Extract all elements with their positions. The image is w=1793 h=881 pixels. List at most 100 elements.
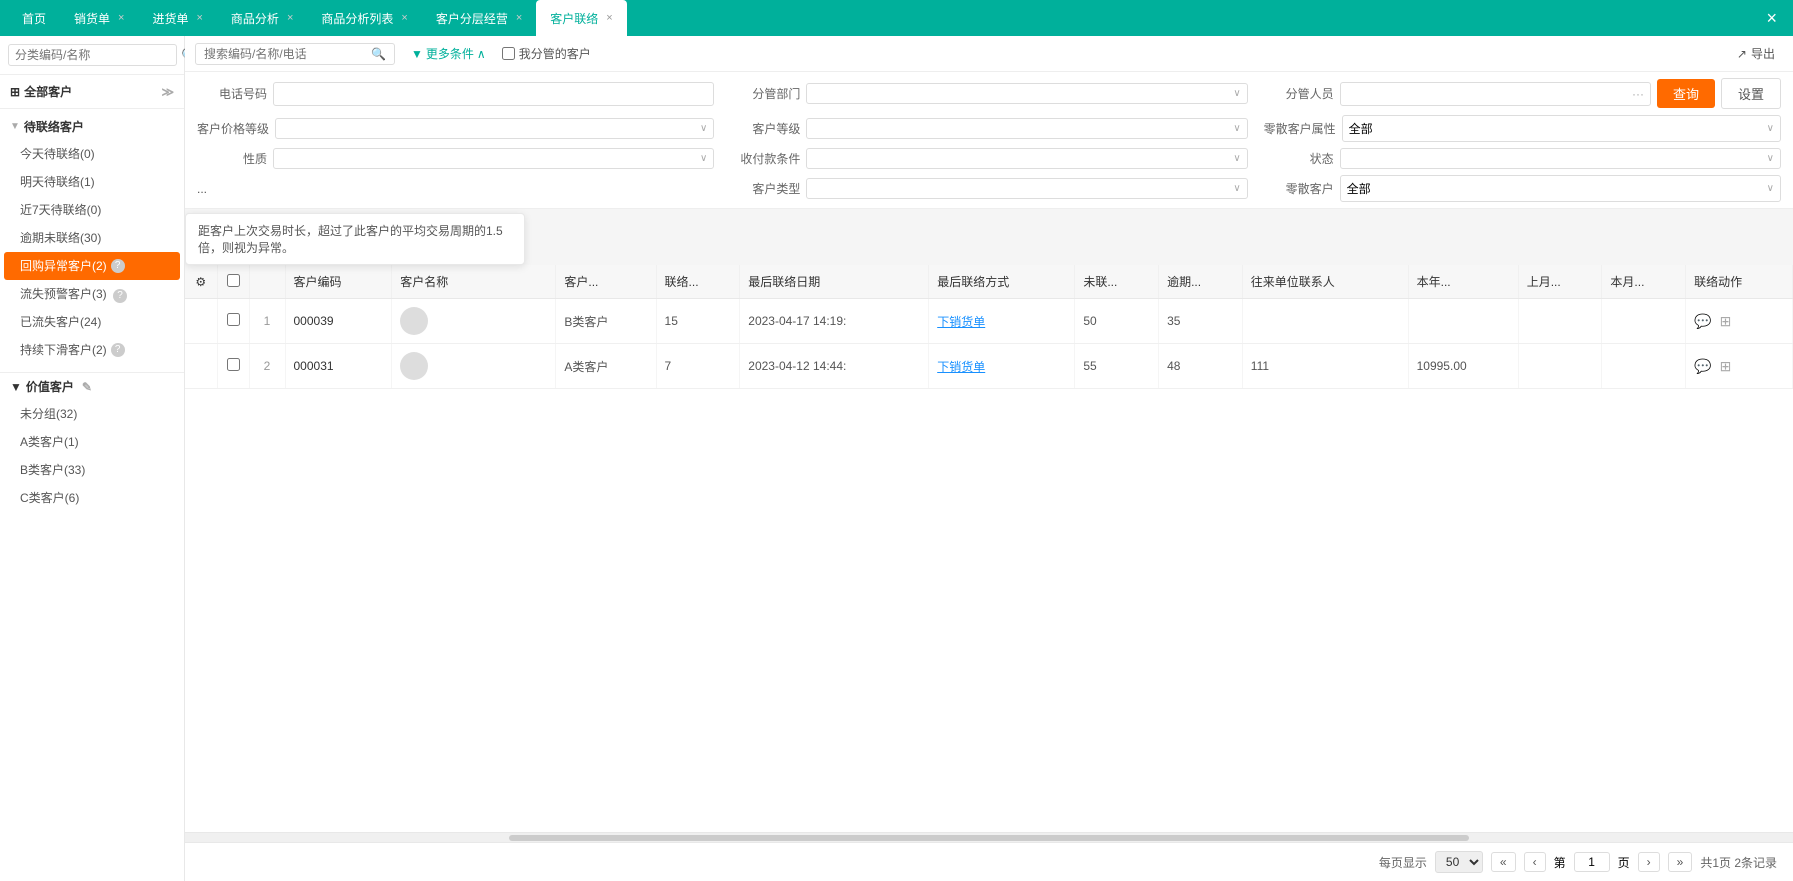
sidebar-item-class-a[interactable]: A类客户(1) <box>0 428 184 456</box>
page-number-input[interactable] <box>1574 852 1610 872</box>
payment-select[interactable]: ∨ <box>806 148 1247 169</box>
sidebar-item-class-b[interactable]: B类客户(33) <box>0 456 184 484</box>
close-product-analysis-list-icon[interactable]: × <box>401 12 407 24</box>
dept-select[interactable]: ∨ <box>806 83 1247 104</box>
edit-value-icon[interactable]: ✎ <box>82 380 92 394</box>
customer-type-select[interactable]: ∨ <box>806 178 1247 199</box>
sidebar-item-repurchase-abnormal[interactable]: 回购异常客户(2) ? <box>4 252 180 280</box>
chat-icon-2[interactable]: 💬 <box>1694 358 1711 375</box>
td-checkbox-2[interactable] <box>217 344 249 389</box>
scattered-attr-select[interactable]: 全部 ∨ <box>1342 115 1781 142</box>
per-page-select[interactable]: 50 <box>1435 851 1483 873</box>
more-conditions-button[interactable]: ▼ 更多条件 ∧ <box>403 42 494 65</box>
filter-scattered-attr: 零散客户属性 全部 ∨ <box>1264 115 1781 142</box>
setting-button[interactable]: 设置 <box>1721 78 1781 109</box>
td-uncontacted-2: 55 <box>1075 344 1159 389</box>
tab-purchase-order[interactable]: 进货单 × <box>138 0 216 36</box>
more-filters-link[interactable]: ... <box>197 182 207 196</box>
th-overdue: 逾期... <box>1159 265 1243 299</box>
status-label: 状态 <box>1264 150 1334 167</box>
nature-select[interactable]: ∨ <box>273 148 714 169</box>
tab-customer-segmentation[interactable]: 客户分层经营 × <box>422 0 536 36</box>
my-customers-checkbox-label[interactable]: 我分管的客户 <box>502 45 591 62</box>
export-button[interactable]: ↗ 导出 <box>1729 42 1783 65</box>
td-unit-contacts-1 <box>1242 299 1408 344</box>
my-customers-checkbox[interactable] <box>502 47 515 60</box>
arrow-value-icon: ▼ <box>10 380 22 394</box>
tab-product-analysis-list[interactable]: 商品分析列表 × <box>307 0 421 36</box>
sidebar-item-lost-preview[interactable]: 流失预警客户(3) ? <box>0 280 184 308</box>
td-code-2[interactable]: 000031 <box>285 344 392 389</box>
sidebar-item-class-c[interactable]: C类客户(6) <box>0 484 184 512</box>
collapse-icon[interactable]: ≫ <box>161 85 174 99</box>
row2-checkbox[interactable] <box>227 358 240 371</box>
td-last-method-2[interactable]: 下销货单 <box>929 344 1075 389</box>
tab-home[interactable]: 首页 <box>8 0 60 36</box>
sidebar-item-continuous-down[interactable]: 持续下滑客户(2) ? <box>0 336 184 364</box>
close-sales-order-icon[interactable]: × <box>118 12 124 24</box>
scattered-customer-select[interactable]: 全部 ∨ <box>1340 175 1781 202</box>
sidebar-item-tomorrow-pending[interactable]: 明天待联络(1) <box>0 168 184 196</box>
sidebar-item-7day-pending[interactable]: 近7天待联络(0) <box>0 196 184 224</box>
th-name: 客户名称 <box>392 265 556 299</box>
prev-page-button[interactable]: ‹ <box>1524 852 1546 872</box>
sidebar-item-already-lost[interactable]: 已流失客户(24) <box>0 308 184 336</box>
value-customers-group-title[interactable]: ▼ 价值客户 ✎ <box>0 372 184 400</box>
td-last-method-1[interactable]: 下销货单 <box>929 299 1075 344</box>
next-page-button[interactable]: › <box>1638 852 1660 872</box>
search-input[interactable] <box>204 47 367 61</box>
person-select[interactable]: ··· <box>1340 82 1651 106</box>
th-checkbox[interactable] <box>217 265 249 299</box>
tooltip-box: 距客户上次交易时长，超过了此客户的平均交易周期的1.5倍，则视为异常。 <box>185 213 525 265</box>
filter-price-grade: 客户价格等级 ∨ <box>197 118 714 139</box>
dept-label: 分管部门 <box>730 85 800 102</box>
close-customer-seg-icon[interactable]: × <box>516 12 522 24</box>
window-close-button[interactable]: × <box>1758 8 1785 29</box>
grid-action-icon-2[interactable]: ⊞ <box>1720 358 1732 375</box>
select-all-checkbox[interactable] <box>227 274 240 287</box>
close-purchase-order-icon[interactable]: × <box>196 12 202 24</box>
last-page-button[interactable]: » <box>1668 852 1693 872</box>
td-last-month-2 <box>1518 344 1602 389</box>
horizontal-scrollbar[interactable] <box>185 832 1793 842</box>
filter-phone: 电话号码 <box>197 82 714 106</box>
close-customer-contact-icon[interactable]: × <box>606 12 612 24</box>
tab-customer-contact[interactable]: 客户联络 × <box>536 0 626 36</box>
price-grade-select[interactable]: ∨ <box>275 118 714 139</box>
th-settings[interactable]: ⚙ <box>185 265 217 299</box>
settings-icon[interactable]: ⚙ <box>195 275 206 289</box>
scattered-customer-label: 零散客户 <box>1264 180 1334 197</box>
td-settings-2 <box>185 344 217 389</box>
category-search-input[interactable] <box>8 44 177 66</box>
sidebar-item-unclassified[interactable]: 未分组(32) <box>0 400 184 428</box>
last-method-link-2[interactable]: 下销货单 <box>937 360 985 374</box>
last-method-link-1[interactable]: 下销货单 <box>937 315 985 329</box>
row1-checkbox[interactable] <box>227 313 240 326</box>
table-area[interactable]: ⚙ 客户编码 客户名称 客户... 联络... 最后联络日期 最后联络方式 未联… <box>185 265 1793 832</box>
status-select[interactable]: ∨ <box>1340 148 1781 169</box>
filter-row-4: ... 客户类型 ∨ 零散客户 全部 ∨ <box>197 175 1781 202</box>
td-checkbox-1[interactable] <box>217 299 249 344</box>
customer-grade-select[interactable]: ∨ <box>806 118 1247 139</box>
phone-input[interactable] <box>273 82 714 106</box>
table-footer: 每页显示 50 « ‹ 第 页 › » 共1页 2条记录 <box>185 842 1793 881</box>
close-product-analysis-icon[interactable]: × <box>287 12 293 24</box>
tab-product-analysis[interactable]: 商品分析 × <box>217 0 307 36</box>
query-button[interactable]: 查询 <box>1657 79 1715 108</box>
first-page-button[interactable]: « <box>1491 852 1516 872</box>
td-code-1[interactable]: 000039 <box>285 299 392 344</box>
filter-row-1: 电话号码 分管部门 ∨ 分管人员 ··· <box>197 78 1781 109</box>
search-icon-filter[interactable]: 🔍 <box>371 47 386 61</box>
td-name-2 <box>392 344 556 389</box>
filter-department: 分管部门 ∨ <box>730 83 1247 104</box>
pending-contact-group-title[interactable]: ▼ 待联络客户 <box>0 113 184 140</box>
chat-icon-1[interactable]: 💬 <box>1694 313 1711 330</box>
td-action-1: 💬 ⊞ <box>1686 299 1793 344</box>
sidebar-item-today-pending[interactable]: 今天待联络(0) <box>0 140 184 168</box>
scroll-thumb[interactable] <box>509 835 1469 841</box>
sidebar-item-overdue-pending[interactable]: 逾期未联络(30) <box>0 224 184 252</box>
td-overdue-2: 48 <box>1159 344 1243 389</box>
tab-sales-order[interactable]: 销货单 × <box>60 0 138 36</box>
grid-action-icon-1[interactable]: ⊞ <box>1720 313 1732 330</box>
th-uncontacted: 未联... <box>1075 265 1159 299</box>
